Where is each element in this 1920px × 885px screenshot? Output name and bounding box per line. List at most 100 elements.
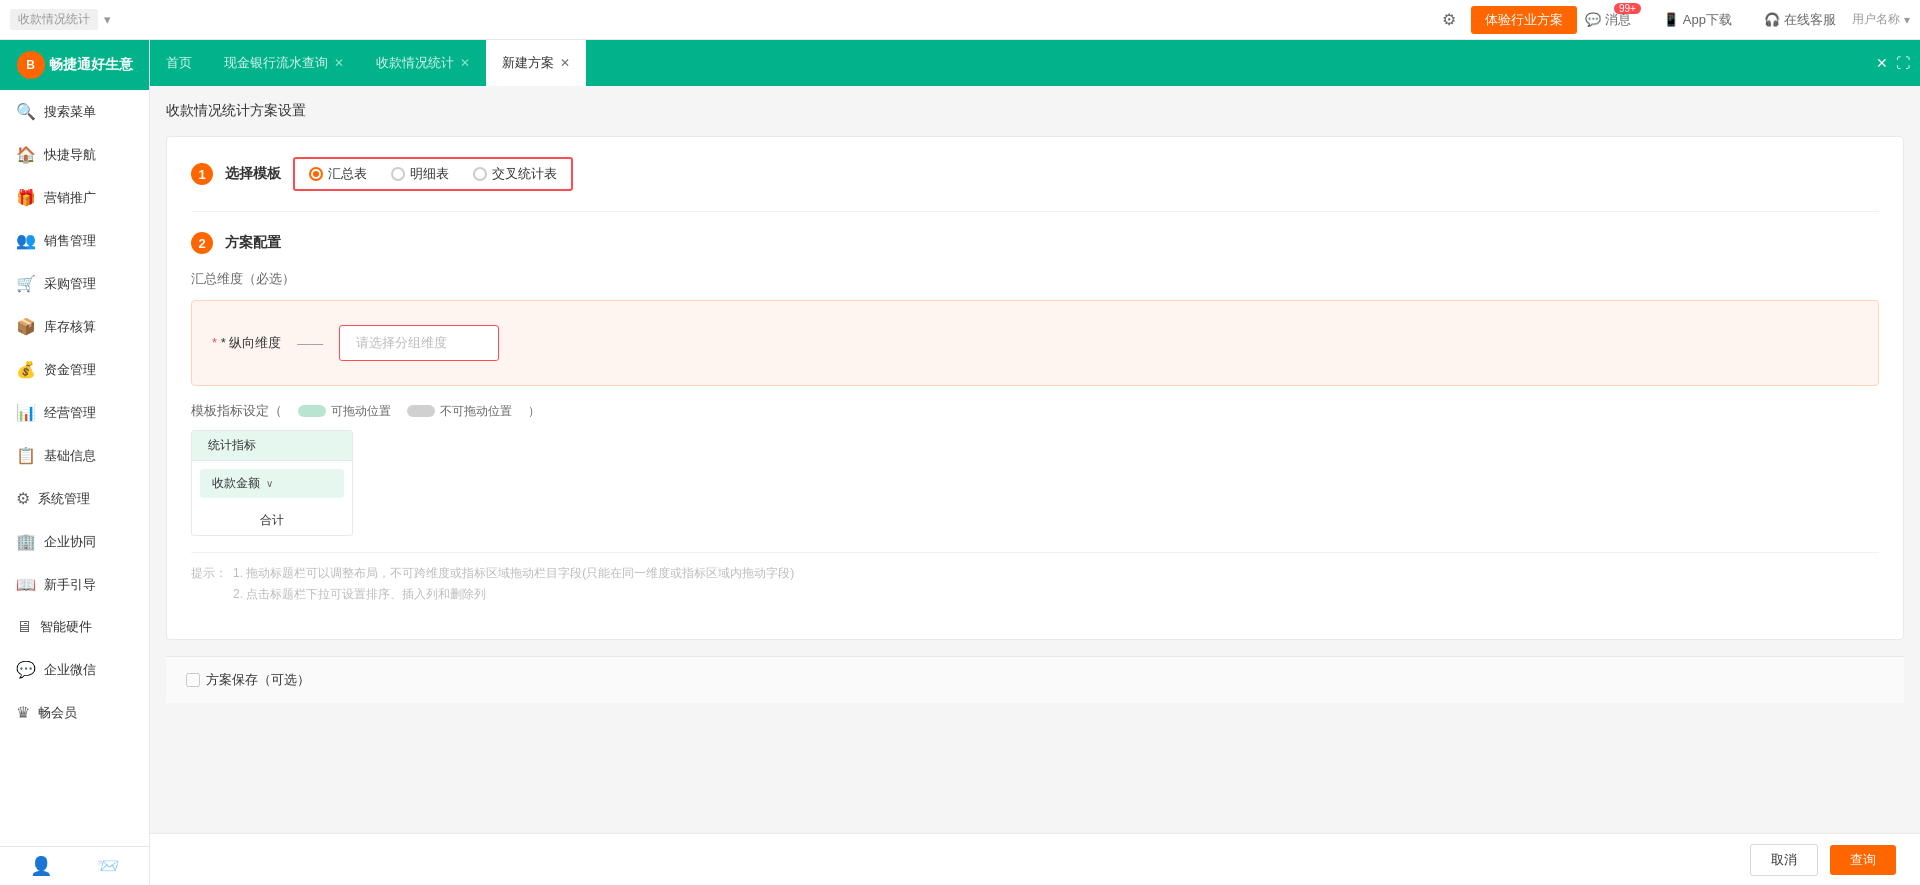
tip-indent bbox=[191, 586, 227, 603]
cart-icon: 🛒 bbox=[16, 274, 36, 293]
radio-cross[interactable]: 交叉统计表 bbox=[473, 165, 557, 183]
sidebar-item-label: 企业微信 bbox=[44, 661, 96, 679]
tab-cash-bank[interactable]: 现金银行流水查询 ✕ bbox=[208, 40, 360, 86]
sidebar-item-wechat[interactable]: 💬 企业微信 bbox=[0, 648, 149, 691]
tab-close-icon[interactable]: ✕ bbox=[460, 56, 470, 70]
save-option-label: 方案保存（可选） bbox=[206, 671, 310, 689]
support-button[interactable]: 🎧 在线客服 bbox=[1764, 11, 1836, 29]
divider bbox=[191, 211, 1879, 212]
clipboard-icon: 📋 bbox=[16, 446, 36, 465]
support-icon: 🎧 bbox=[1764, 12, 1780, 27]
user-name: 用户名称 bbox=[1852, 11, 1900, 28]
breadcrumb-area: 收款情况统计 ▾ bbox=[10, 9, 1427, 30]
sidebar-bottom: 👤 📨 bbox=[0, 846, 149, 885]
radio-detail[interactable]: 明细表 bbox=[391, 165, 449, 183]
cancel-button[interactable]: 取消 bbox=[1750, 844, 1818, 876]
step1-row: 1 选择模板 汇总表 明细表 交叉统计表 bbox=[191, 157, 1879, 191]
user-chevron-icon: ▾ bbox=[1904, 13, 1910, 27]
save-checkbox[interactable] bbox=[186, 673, 200, 687]
users-icon: 👥 bbox=[16, 231, 36, 250]
query-button[interactable]: 查询 bbox=[1830, 845, 1896, 875]
dimension-area: * * 纵向维度 —— 请选择分组维度 bbox=[191, 300, 1879, 386]
window-maximize-icon[interactable]: ⛶ bbox=[1896, 55, 1910, 71]
radio-label-summary: 汇总表 bbox=[328, 165, 367, 183]
sidebar-item-label: 销售管理 bbox=[44, 232, 96, 250]
sidebar-item-label: 新手引导 bbox=[44, 576, 96, 594]
chart-icon: 📊 bbox=[16, 403, 36, 422]
tab-home[interactable]: 首页 bbox=[150, 40, 208, 86]
main-layout: B 畅捷通好生意 🔍 搜索菜单 🏠 快捷导航 🎁 营销推广 👥 销售管理 🛒 采… bbox=[0, 40, 1920, 885]
sidebar-bottom-icon2[interactable]: 📨 bbox=[97, 855, 119, 877]
metrics-container: 统计指标 收款金额 ∨ 合计 bbox=[191, 430, 353, 536]
vertical-dim-label: * * 纵向维度 bbox=[212, 334, 281, 352]
radio-label-detail: 明细表 bbox=[410, 165, 449, 183]
drag-fixed-legend: 不可拖动位置 bbox=[407, 403, 512, 420]
radio-label-cross: 交叉统计表 bbox=[492, 165, 557, 183]
message-button[interactable]: 💬 消息 99+ bbox=[1585, 11, 1631, 29]
tab-new-plan[interactable]: 新建方案 ✕ bbox=[486, 40, 586, 86]
drag-movable-indicator bbox=[298, 405, 326, 417]
tab-close-icon[interactable]: ✕ bbox=[334, 56, 344, 70]
drag-movable-legend: 可拖动位置 bbox=[298, 403, 391, 420]
sidebar-item-finance[interactable]: 💰 资金管理 bbox=[0, 348, 149, 391]
industry-btn[interactable]: 体验行业方案 bbox=[1471, 6, 1577, 34]
drag-legend: 可拖动位置 不可拖动位置 ） bbox=[298, 403, 540, 420]
template-radio-group: 汇总表 明细表 交叉统计表 bbox=[293, 157, 573, 191]
sidebar-item-quick-nav[interactable]: 🏠 快捷导航 bbox=[0, 133, 149, 176]
bottom-bar: 取消 查询 bbox=[150, 833, 1920, 885]
sidebar-item-sales[interactable]: 👥 销售管理 bbox=[0, 219, 149, 262]
monitor-icon: 🖥 bbox=[16, 618, 32, 636]
download-button[interactable]: 📱 App下载 bbox=[1663, 11, 1732, 29]
breadcrumb: 收款情况统计 bbox=[10, 9, 98, 30]
crown-icon: ♛ bbox=[16, 703, 30, 722]
window-close-icon[interactable]: ✕ bbox=[1876, 55, 1888, 71]
close-paren: ） bbox=[528, 403, 540, 420]
radio-dot-summary bbox=[309, 167, 323, 181]
sidebar-item-label: 库存核算 bbox=[44, 318, 96, 336]
subtotal-cell: 合计 bbox=[192, 506, 352, 535]
required-star: * bbox=[212, 335, 217, 350]
sidebar-item-guide[interactable]: 📖 新手引导 bbox=[0, 563, 149, 606]
sidebar-item-smart-hw[interactable]: 🖥 智能硬件 bbox=[0, 606, 149, 648]
tip-item-1: 提示： 1. 拖动标题栏可以调整布局，不可跨维度或指标区域拖动栏目字段(只能在同… bbox=[191, 565, 1879, 582]
sidebar-item-marketing[interactable]: 🎁 营销推广 bbox=[0, 176, 149, 219]
sidebar-item-basic-info[interactable]: 📋 基础信息 bbox=[0, 434, 149, 477]
home-icon: 🏠 bbox=[16, 145, 36, 164]
tab-bar: 首页 现金银行流水查询 ✕ 收款情况统计 ✕ 新建方案 ✕ ✕ ⛶ bbox=[150, 40, 1920, 86]
search-icon: 🔍 bbox=[16, 102, 36, 121]
building-icon: 🏢 bbox=[16, 532, 36, 551]
sidebar-item-purchase[interactable]: 🛒 采购管理 bbox=[0, 262, 149, 305]
content-area: 首页 现金银行流水查询 ✕ 收款情况统计 ✕ 新建方案 ✕ ✕ ⛶ 收款情况统计… bbox=[150, 40, 1920, 885]
chevron-down-icon[interactable]: ∨ bbox=[266, 478, 273, 489]
sidebar-item-label: 畅会员 bbox=[38, 704, 77, 722]
download-icon: 📱 bbox=[1663, 12, 1679, 27]
metrics-section-label: 模板指标设定（ 可拖动位置 不可拖动位置 ） bbox=[191, 402, 1879, 420]
sidebar-item-system[interactable]: ⚙ 系统管理 bbox=[0, 477, 149, 520]
top-right: 💬 消息 99+ 📱 App下载 🎧 在线客服 用户名称 ▾ bbox=[1585, 11, 1910, 29]
tip-text-1: 1. 拖动标题栏可以调整布局，不可跨维度或指标区域拖动栏目字段(只能在同一维度或… bbox=[233, 565, 794, 582]
drag-fixed-indicator bbox=[407, 405, 435, 417]
logo-icon: B bbox=[17, 51, 45, 79]
radio-summary[interactable]: 汇总表 bbox=[309, 165, 367, 183]
sidebar-item-enterprise[interactable]: 🏢 企业协同 bbox=[0, 520, 149, 563]
tip-text-2: 2. 点击标题栏下拉可设置排序、插入列和删除列 bbox=[233, 586, 486, 603]
sidebar: B 畅捷通好生意 🔍 搜索菜单 🏠 快捷导航 🎁 营销推广 👥 销售管理 🛒 采… bbox=[0, 40, 150, 885]
sidebar-item-label: 基础信息 bbox=[44, 447, 96, 465]
user-area[interactable]: 用户名称 ▾ bbox=[1852, 11, 1910, 28]
step2-number: 2 bbox=[191, 232, 213, 254]
metrics-label-text: 模板指标设定（ bbox=[191, 402, 282, 420]
tab-label: 收款情况统计 bbox=[376, 54, 454, 72]
chevron-down-icon[interactable]: ▾ bbox=[104, 12, 111, 27]
tab-collection-stats[interactable]: 收款情况统计 ✕ bbox=[360, 40, 486, 86]
sidebar-bottom-icon1[interactable]: 👤 bbox=[30, 855, 52, 877]
gear-button[interactable]: ⚙ bbox=[1435, 6, 1463, 34]
sidebar-item-member[interactable]: ♛ 畅会员 bbox=[0, 691, 149, 734]
dimension-select[interactable]: 请选择分组维度 bbox=[339, 325, 499, 361]
collection-amount-tag[interactable]: 收款金额 ∨ bbox=[200, 469, 344, 498]
tab-close-icon[interactable]: ✕ bbox=[560, 56, 570, 70]
book-icon: 📖 bbox=[16, 575, 36, 594]
sidebar-item-inventory[interactable]: 📦 库存核算 bbox=[0, 305, 149, 348]
sidebar-item-management[interactable]: 📊 经营管理 bbox=[0, 391, 149, 434]
sidebar-item-label: 营销推广 bbox=[44, 189, 96, 207]
sidebar-item-search-menu[interactable]: 🔍 搜索菜单 bbox=[0, 90, 149, 133]
